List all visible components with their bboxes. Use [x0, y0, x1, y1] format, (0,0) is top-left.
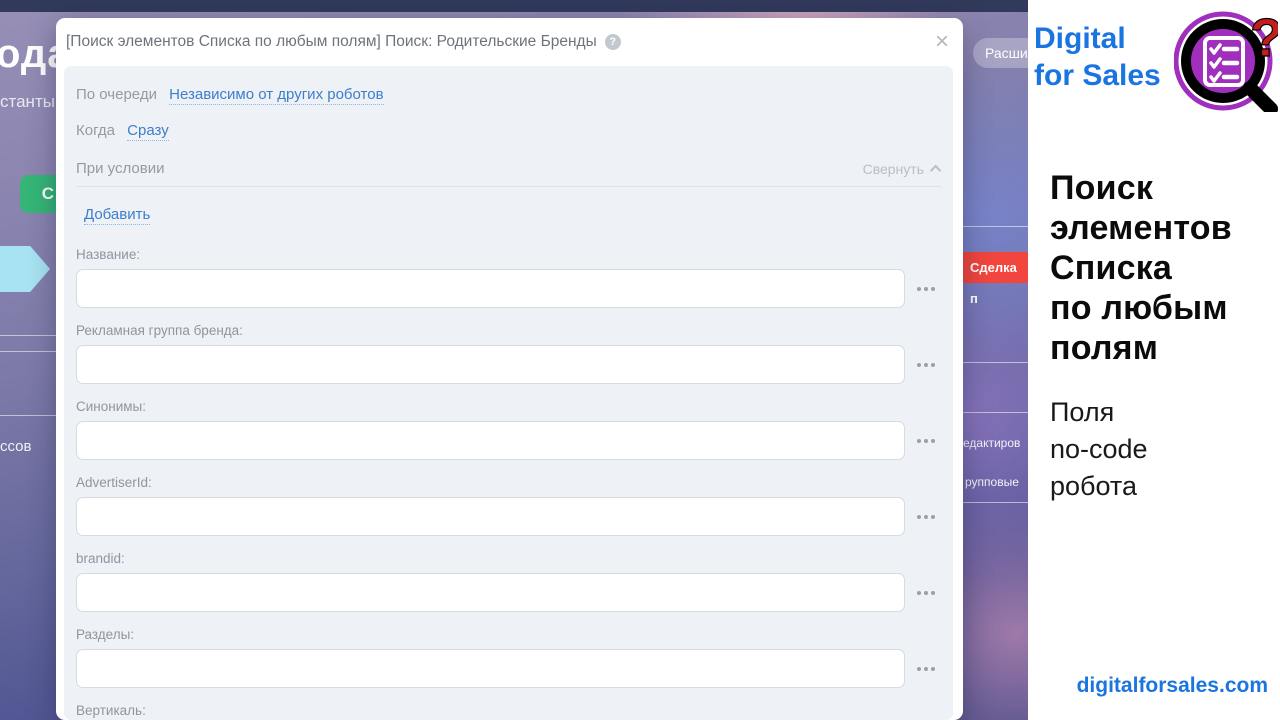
banner-heading: Поиск элементов Списка по любым полям [1050, 169, 1232, 367]
field-label: Вертикаль: [76, 703, 146, 718]
ellipsis-menu-icon[interactable] [911, 666, 941, 671]
modal-header: [Поиск элементов Списка по любым полям] … [56, 18, 963, 66]
background-edit-fragment: едактиров [963, 436, 1021, 450]
website-url: digitalforsales.com [1076, 674, 1268, 697]
form-field: Рекламная группа бренда: [76, 323, 941, 384]
when-row: Когда Сразу [76, 122, 941, 141]
condition-label: При условии [76, 160, 165, 177]
field-input-row [76, 649, 941, 688]
form-field: Название: [76, 247, 941, 308]
field-input-row [76, 269, 941, 308]
field-label: Рекламная группа бренда: [76, 323, 243, 338]
chevron-up-icon [929, 164, 942, 176]
field-input[interactable] [76, 497, 905, 536]
stage-arrow-icon [0, 246, 50, 292]
close-icon[interactable]: × [935, 30, 949, 54]
field-input[interactable] [76, 269, 905, 308]
background-group-fragment: рупповые [965, 475, 1019, 489]
background-row-line [0, 415, 56, 416]
field-input-row [76, 573, 941, 612]
ellipsis-menu-icon[interactable] [911, 590, 941, 595]
background-top-bar [0, 0, 1028, 12]
when-label: Когда [76, 122, 115, 139]
background-menu-fragment: станты [0, 92, 55, 111]
field-input[interactable] [76, 573, 905, 612]
modal-title: [Поиск элементов Списка по любым полям] … [66, 33, 597, 50]
field-label: Разделы: [76, 627, 135, 642]
background-row-line [0, 335, 56, 336]
banner-subtitle: Поля no-code робота [1050, 397, 1148, 501]
queue-mode-link[interactable]: Независимо от других роботов [169, 86, 384, 105]
help-icon[interactable]: ? [604, 34, 621, 50]
queue-row: По очереди Независимо от других роботов [76, 86, 941, 105]
background-row-line [963, 362, 1028, 363]
robot-settings-panel: По очереди Независимо от других роботов … [64, 66, 953, 720]
background-list-fragment: ссов [0, 438, 32, 455]
background-green-button[interactable]: С [20, 175, 58, 213]
form-field: Вертикаль: [76, 703, 941, 720]
field-label: brandid: [76, 551, 125, 566]
field-input[interactable] [76, 345, 905, 384]
when-mode-link[interactable]: Сразу [127, 122, 169, 141]
background-deal-badge[interactable]: Сделка п [963, 252, 1028, 306]
promo-banner: Digital for Sales ? Поиск элементов Спис… [1028, 0, 1280, 720]
queue-label: По очереди [76, 86, 157, 103]
robot-settings-modal: [Поиск элементов Списка по любым полям] … [56, 18, 963, 720]
brand-logo-text: Digital for Sales [1034, 22, 1161, 92]
collapse-label: Свернуть [862, 160, 924, 177]
field-input[interactable] [76, 649, 905, 688]
magnifier-checklist-icon: ? [1174, 8, 1278, 112]
form-field: brandid: [76, 551, 941, 612]
fields-list: Название: Рекламная группа бренда: Синон… [76, 247, 941, 720]
background-row-line [963, 412, 1028, 413]
background-expand-button[interactable]: Расши [973, 38, 1034, 68]
ellipsis-menu-icon[interactable] [911, 514, 941, 519]
form-field: Синонимы: [76, 399, 941, 460]
ellipsis-menu-icon[interactable] [911, 362, 941, 367]
field-input-row [76, 345, 941, 384]
field-input-row [76, 421, 941, 460]
field-label: AdvertiserId: [76, 475, 152, 490]
svg-text:?: ? [1250, 8, 1278, 68]
ellipsis-menu-icon[interactable] [911, 438, 941, 443]
background-row-line [963, 226, 1028, 227]
field-input[interactable] [76, 421, 905, 460]
collapse-button[interactable]: Свернуть [862, 160, 942, 177]
field-label: Синонимы: [76, 399, 146, 414]
ellipsis-menu-icon[interactable] [911, 286, 941, 291]
form-field: AdvertiserId: [76, 475, 941, 536]
condition-row: При условии Свернуть [76, 160, 942, 187]
field-input-row [76, 497, 941, 536]
field-label: Название: [76, 247, 141, 262]
form-field: Разделы: [76, 627, 941, 688]
background-row-line [963, 502, 1028, 503]
background-row-line [0, 351, 56, 352]
add-row: Добавить [76, 206, 941, 225]
add-condition-link[interactable]: Добавить [84, 206, 151, 225]
